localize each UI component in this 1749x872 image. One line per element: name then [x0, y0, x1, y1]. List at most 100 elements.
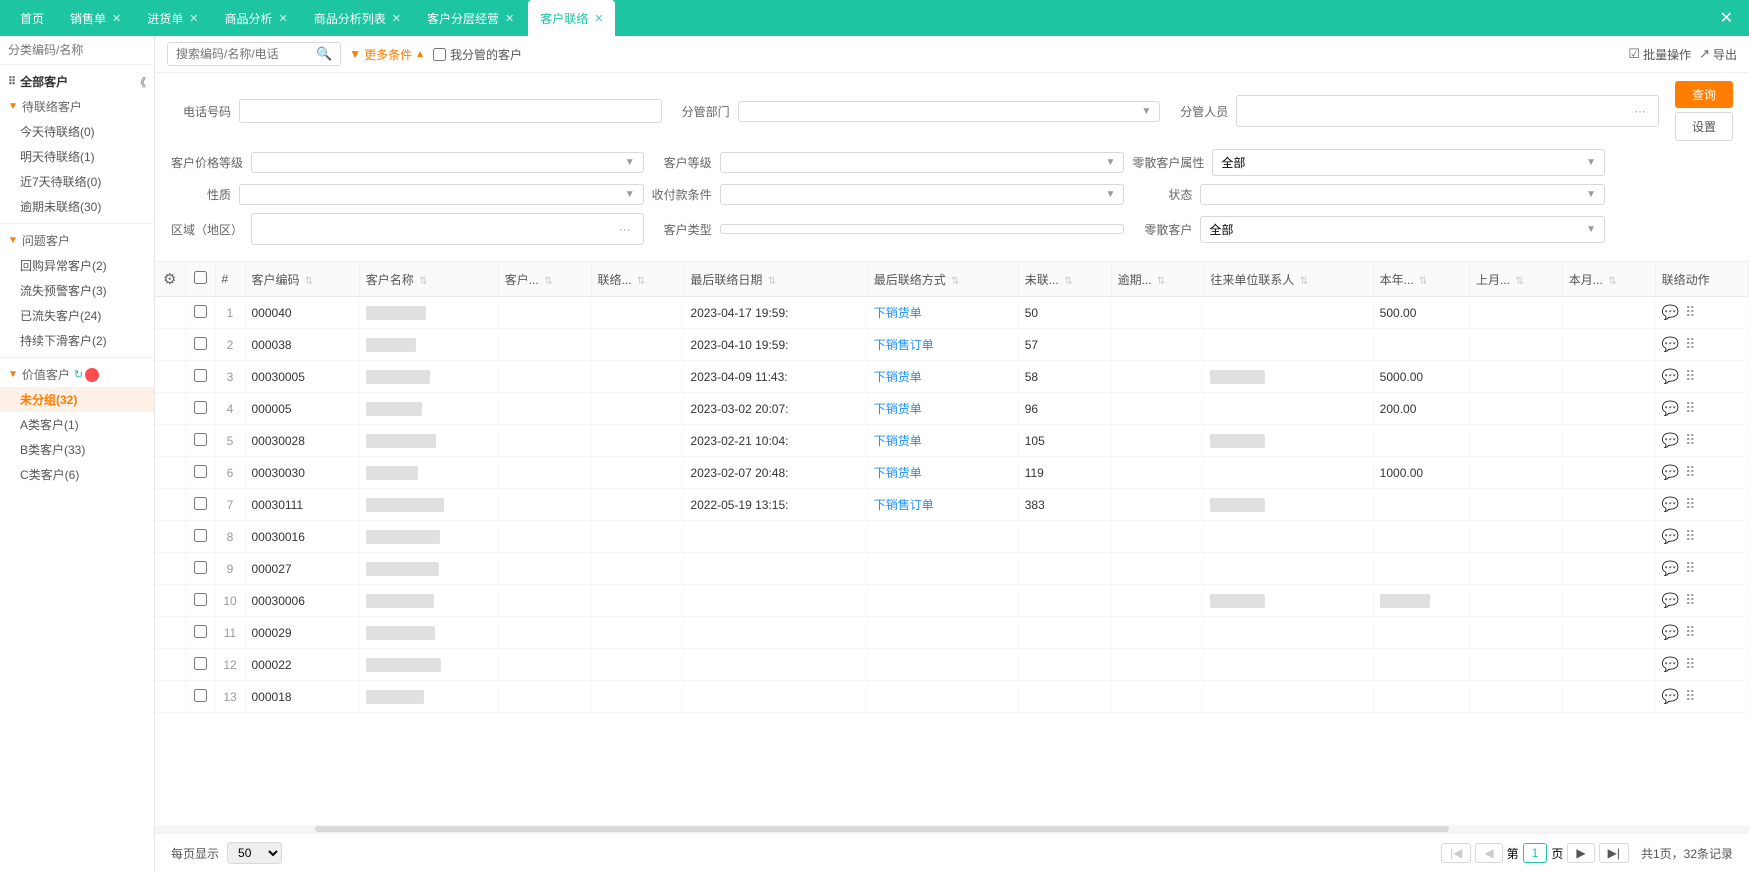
status-select[interactable]: ▼: [1200, 184, 1605, 205]
all-customers-header[interactable]: ⠿ 全部客户 《: [0, 65, 154, 94]
col-customer-name[interactable]: 客户名称 ⇅: [359, 262, 498, 297]
scatter-customer-select[interactable]: 全部 ▼: [1200, 216, 1605, 243]
sidebar-item-tomorrow[interactable]: 明天待联络(1): [0, 144, 154, 169]
more-icon[interactable]: ⠿: [1685, 336, 1695, 353]
nav-sales[interactable]: 销售单 ✕: [58, 0, 133, 36]
horizontal-scrollbar[interactable]: [155, 825, 1749, 833]
sidebar-item-churn-risk[interactable]: 流失预警客户(3): [0, 278, 154, 303]
gear-icon[interactable]: ⚙: [163, 271, 176, 288]
close-product-analysis-icon[interactable]: ✕: [279, 12, 288, 25]
col-last-date[interactable]: 最后联络日期 ⇅: [684, 262, 867, 297]
more-icon[interactable]: ⠿: [1685, 304, 1695, 321]
more-icon[interactable]: ⠿: [1685, 400, 1695, 417]
cell-last-method[interactable]: 下销售订单: [867, 489, 1018, 521]
first-page-button[interactable]: |◀: [1441, 843, 1471, 863]
close-sales-icon[interactable]: ✕: [112, 12, 121, 25]
more-icon[interactable]: ⠿: [1685, 688, 1695, 705]
sidebar-search-input[interactable]: [8, 43, 155, 57]
value-section-header[interactable]: ▼ 价值客户 ↻: [0, 362, 154, 387]
more-conditions-button[interactable]: ▼ 更多条件 ▲: [349, 46, 425, 63]
cell-last-method[interactable]: 下销货单: [867, 393, 1018, 425]
last-page-button[interactable]: ▶|: [1599, 843, 1629, 863]
refresh-icon[interactable]: ↻: [74, 368, 83, 381]
chat-icon[interactable]: 💬: [1662, 464, 1679, 481]
chat-icon[interactable]: 💬: [1662, 528, 1679, 545]
more-icon[interactable]: ⠿: [1685, 496, 1695, 513]
prev-page-button[interactable]: ◀: [1475, 843, 1502, 863]
more-icon[interactable]: ⠿: [1685, 432, 1695, 449]
cell-checkbox[interactable]: [185, 329, 215, 361]
scatter-attr-select[interactable]: 全部 ▼: [1212, 149, 1605, 176]
chat-icon[interactable]: 💬: [1662, 496, 1679, 513]
col-no-contact[interactable]: 未联... ⇅: [1018, 262, 1111, 297]
nav-home[interactable]: 首页: [8, 0, 56, 36]
close-customer-segment-icon[interactable]: ✕: [505, 12, 514, 25]
pending-section-header[interactable]: ▼ 待联络客户: [0, 94, 154, 119]
batch-operation-button[interactable]: ☑ 批量操作: [1628, 46, 1691, 63]
col-customer-code[interactable]: 客户编码 ⇅: [245, 262, 359, 297]
sidebar-item-overdue[interactable]: 逾期未联络(30): [0, 194, 154, 219]
cell-checkbox[interactable]: [185, 361, 215, 393]
nav-purchase[interactable]: 进货单 ✕: [135, 0, 210, 36]
sidebar-item-classC[interactable]: C类客户(6): [0, 462, 154, 487]
close-purchase-icon[interactable]: ✕: [189, 12, 198, 25]
phone-input[interactable]: [239, 99, 662, 123]
person-select[interactable]: ···: [1236, 95, 1659, 127]
main-search-input[interactable]: [176, 47, 316, 61]
col-last-month[interactable]: 上月... ⇅: [1469, 262, 1562, 297]
sidebar-item-abnormal[interactable]: 回购异常客户(2): [0, 253, 154, 278]
select-all-checkbox[interactable]: [194, 271, 207, 284]
cell-checkbox[interactable]: [185, 297, 215, 329]
cell-checkbox[interactable]: [185, 393, 215, 425]
cell-last-method[interactable]: 下销货单: [867, 457, 1018, 489]
col-counterpart[interactable]: 往来单位联系人 ⇅: [1204, 262, 1373, 297]
close-product-list-icon[interactable]: ✕: [392, 12, 401, 25]
sidebar-item-today[interactable]: 今天待联络(0): [0, 119, 154, 144]
sidebar-item-classB[interactable]: B类客户(33): [0, 437, 154, 462]
cell-checkbox[interactable]: [185, 649, 215, 681]
sidebar-item-lost[interactable]: 已流失客户(24): [0, 303, 154, 328]
next-page-button[interactable]: ▶: [1567, 843, 1594, 863]
col-last-method[interactable]: 最后联络方式 ⇅: [867, 262, 1018, 297]
customer-type-select[interactable]: [720, 224, 1125, 234]
reset-button[interactable]: 设置: [1675, 112, 1733, 141]
cell-checkbox[interactable]: [185, 425, 215, 457]
sidebar-item-declining[interactable]: 持续下滑客户(2): [0, 328, 154, 353]
cell-checkbox[interactable]: [185, 585, 215, 617]
chat-icon[interactable]: 💬: [1662, 656, 1679, 673]
more-icon[interactable]: ⠿: [1685, 592, 1695, 609]
scrollbar-thumb[interactable]: [315, 826, 1449, 832]
col-customer-type[interactable]: 客户... ⇅: [498, 262, 591, 297]
cell-last-method[interactable]: 下销货单: [867, 425, 1018, 457]
col-checkbox[interactable]: [185, 262, 215, 297]
payment-select[interactable]: ▼: [720, 184, 1125, 205]
chat-icon[interactable]: 💬: [1662, 624, 1679, 641]
nav-product-list[interactable]: 商品分析列表 ✕: [302, 0, 413, 36]
chat-icon[interactable]: 💬: [1662, 432, 1679, 449]
my-customers-checkbox[interactable]: 我分管的客户: [433, 46, 522, 63]
col-overdue[interactable]: 逾期... ⇅: [1111, 262, 1204, 297]
chat-icon[interactable]: 💬: [1662, 688, 1679, 705]
chat-icon[interactable]: 💬: [1662, 400, 1679, 417]
chat-icon[interactable]: 💬: [1662, 336, 1679, 353]
query-button[interactable]: 查询: [1675, 81, 1733, 108]
sidebar-item-unclassified[interactable]: 未分组(32): [0, 387, 154, 412]
price-level-select[interactable]: ▼: [251, 152, 644, 173]
cell-checkbox[interactable]: [185, 617, 215, 649]
nav-customer-segment[interactable]: 客户分层经营 ✕: [415, 0, 526, 36]
col-this-year[interactable]: 本年... ⇅: [1373, 262, 1469, 297]
export-button[interactable]: ↗ 导出: [1699, 46, 1737, 63]
main-search-icon[interactable]: 🔍: [316, 46, 332, 62]
customer-level-select[interactable]: ▼: [720, 152, 1125, 173]
cell-checkbox[interactable]: [185, 521, 215, 553]
dept-select[interactable]: ▼: [738, 101, 1161, 122]
col-contact[interactable]: 联络... ⇅: [591, 262, 684, 297]
cell-last-method[interactable]: 下销货单: [867, 361, 1018, 393]
nav-product-analysis[interactable]: 商品分析 ✕: [212, 0, 299, 36]
per-page-select[interactable]: 50 100 200: [227, 842, 282, 864]
close-customer-contact-icon[interactable]: ✕: [594, 12, 603, 25]
nature-select[interactable]: ▼: [239, 184, 644, 205]
chat-icon[interactable]: 💬: [1662, 304, 1679, 321]
sidebar-item-7days[interactable]: 近7天待联络(0): [0, 169, 154, 194]
cell-last-method[interactable]: 下销售订单: [867, 329, 1018, 361]
